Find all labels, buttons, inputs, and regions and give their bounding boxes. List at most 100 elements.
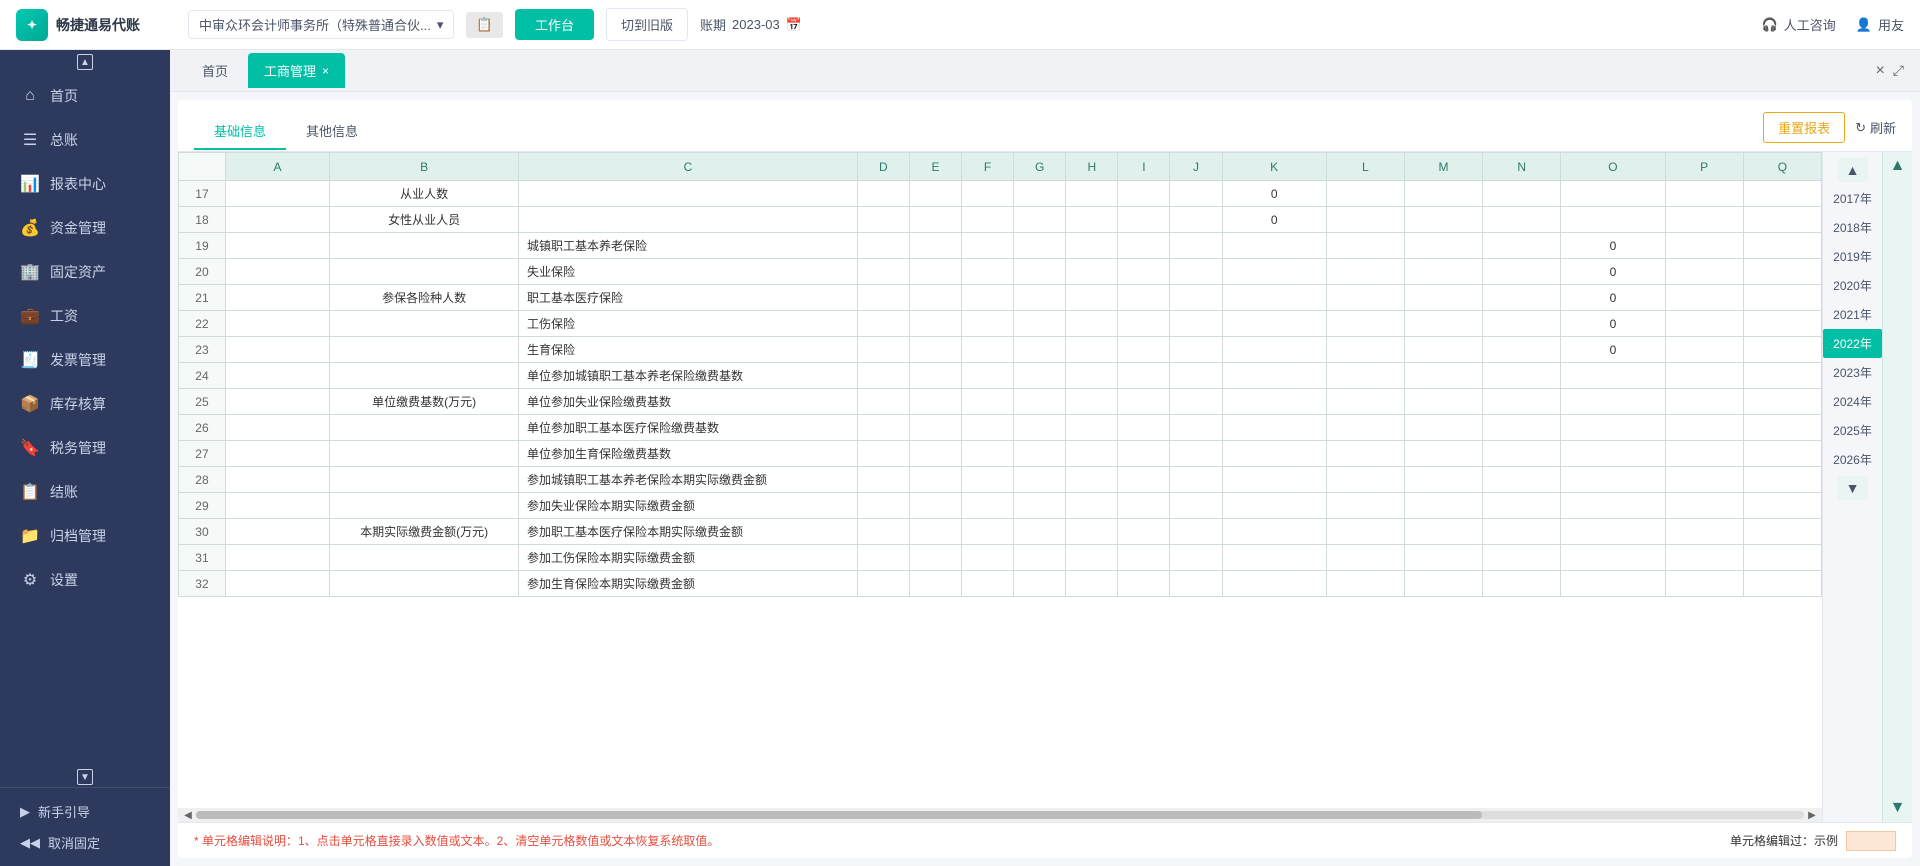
cell-30-l[interactable] — [1326, 519, 1404, 545]
cell-23-n[interactable] — [1483, 337, 1561, 363]
cell-30-q[interactable] — [1743, 519, 1821, 545]
cell-19-i[interactable] — [1118, 233, 1170, 259]
cell-21-e[interactable] — [909, 285, 961, 311]
year-2025[interactable]: 2025年 — [1823, 416, 1882, 445]
cell-28-e[interactable] — [909, 467, 961, 493]
cell-21-f[interactable] — [962, 285, 1014, 311]
switch-version-button[interactable]: 切到旧版 — [606, 8, 688, 41]
cell-21-b[interactable]: 参保各险种人数 — [330, 285, 519, 311]
cell-30-n[interactable] — [1483, 519, 1561, 545]
window-close-icon[interactable]: × — [1875, 62, 1884, 80]
cell-26-a[interactable] — [225, 415, 329, 441]
cell-20-g[interactable] — [1014, 259, 1066, 285]
cell-32-k[interactable] — [1222, 571, 1326, 597]
cell-25-i[interactable] — [1118, 389, 1170, 415]
cell-32-f[interactable] — [962, 571, 1014, 597]
tab-business[interactable]: 工商管理 × — [248, 53, 345, 88]
cell-18-b[interactable]: 女性从业人员 — [330, 207, 519, 233]
cell-17-m[interactable] — [1404, 181, 1482, 207]
cell-17-g[interactable] — [1014, 181, 1066, 207]
cell-27-e[interactable] — [909, 441, 961, 467]
cell-20-i[interactable] — [1118, 259, 1170, 285]
sidebar-item-closing[interactable]: 📋 结账 — [0, 470, 170, 514]
cell-23-q[interactable] — [1743, 337, 1821, 363]
cell-31-n[interactable] — [1483, 545, 1561, 571]
ai-consult[interactable]: 🎧 人工咨询 — [1762, 15, 1836, 34]
cell-25-h[interactable] — [1066, 389, 1118, 415]
cell-31-p[interactable] — [1665, 545, 1743, 571]
cell-26-p[interactable] — [1665, 415, 1743, 441]
cell-30-j[interactable] — [1170, 519, 1222, 545]
tab-home[interactable]: 首页 — [186, 53, 244, 88]
sub-tab-basic[interactable]: 基础信息 — [194, 113, 286, 150]
cell-23-p[interactable] — [1665, 337, 1743, 363]
h-scroll-track[interactable] — [196, 811, 1804, 819]
sidebar-item-reports[interactable]: 📊 报表中心 — [0, 162, 170, 206]
cell-29-l[interactable] — [1326, 493, 1404, 519]
year-2017[interactable]: 2017年 — [1823, 184, 1882, 213]
cell-29-o[interactable] — [1561, 493, 1665, 519]
cell-21-l[interactable] — [1326, 285, 1404, 311]
cell-17-c[interactable] — [519, 181, 858, 207]
cell-21-n[interactable] — [1483, 285, 1561, 311]
cell-21-m[interactable] — [1404, 285, 1482, 311]
user-area[interactable]: 👤 用友 — [1856, 15, 1904, 34]
company-selector[interactable]: 中审众环会计师事务所（特殊普通合伙... ▾ — [188, 10, 454, 39]
cell-21-k[interactable] — [1222, 285, 1326, 311]
cell-30-o[interactable] — [1561, 519, 1665, 545]
company-copy-btn[interactable]: 📋 — [466, 12, 503, 38]
cell-18-i[interactable] — [1118, 207, 1170, 233]
cell-18-g[interactable] — [1014, 207, 1066, 233]
cell-18-d[interactable] — [857, 207, 909, 233]
cell-26-g[interactable] — [1014, 415, 1066, 441]
cell-31-k[interactable] — [1222, 545, 1326, 571]
cell-31-b[interactable] — [330, 545, 519, 571]
cell-24-f[interactable] — [962, 363, 1014, 389]
cell-28-i[interactable] — [1118, 467, 1170, 493]
cell-19-o[interactable]: 0 — [1561, 233, 1665, 259]
cell-17-h[interactable] — [1066, 181, 1118, 207]
cell-25-b[interactable]: 单位缴费基数(万元) — [330, 389, 519, 415]
cell-25-p[interactable] — [1665, 389, 1743, 415]
cell-27-p[interactable] — [1665, 441, 1743, 467]
cell-22-n[interactable] — [1483, 311, 1561, 337]
cell-18-e[interactable] — [909, 207, 961, 233]
cell-17-o[interactable] — [1561, 181, 1665, 207]
cell-17-i[interactable] — [1118, 181, 1170, 207]
cell-23-d[interactable] — [857, 337, 909, 363]
cell-30-g[interactable] — [1014, 519, 1066, 545]
cell-17-a[interactable] — [225, 181, 329, 207]
cell-28-o[interactable] — [1561, 467, 1665, 493]
sidebar-scroll-up[interactable]: ▲ — [0, 50, 170, 74]
cell-31-m[interactable] — [1404, 545, 1482, 571]
year-nav-down[interactable]: ▼ — [1838, 476, 1868, 500]
cell-29-k[interactable] — [1222, 493, 1326, 519]
cell-26-n[interactable] — [1483, 415, 1561, 441]
cell-20-o[interactable]: 0 — [1561, 259, 1665, 285]
cell-32-g[interactable] — [1014, 571, 1066, 597]
cell-18-a[interactable] — [225, 207, 329, 233]
cell-26-e[interactable] — [909, 415, 961, 441]
cell-18-c[interactable] — [519, 207, 858, 233]
cell-24-j[interactable] — [1170, 363, 1222, 389]
cell-20-c[interactable]: 失业保险 — [519, 259, 858, 285]
cell-27-g[interactable] — [1014, 441, 1066, 467]
cell-29-f[interactable] — [962, 493, 1014, 519]
cell-27-n[interactable] — [1483, 441, 1561, 467]
cell-24-i[interactable] — [1118, 363, 1170, 389]
cell-31-f[interactable] — [962, 545, 1014, 571]
cell-28-l[interactable] — [1326, 467, 1404, 493]
cell-27-f[interactable] — [962, 441, 1014, 467]
cell-21-g[interactable] — [1014, 285, 1066, 311]
year-2026[interactable]: 2026年 — [1823, 445, 1882, 474]
sidebar-scroll-down[interactable]: ▼ — [0, 767, 170, 787]
cell-21-q[interactable] — [1743, 285, 1821, 311]
cell-31-q[interactable] — [1743, 545, 1821, 571]
cell-20-m[interactable] — [1404, 259, 1482, 285]
cell-31-d[interactable] — [857, 545, 909, 571]
cell-24-e[interactable] — [909, 363, 961, 389]
cell-28-q[interactable] — [1743, 467, 1821, 493]
cell-24-d[interactable] — [857, 363, 909, 389]
sidebar-item-assets[interactable]: 🏢 固定资产 — [0, 250, 170, 294]
cell-25-k[interactable] — [1222, 389, 1326, 415]
